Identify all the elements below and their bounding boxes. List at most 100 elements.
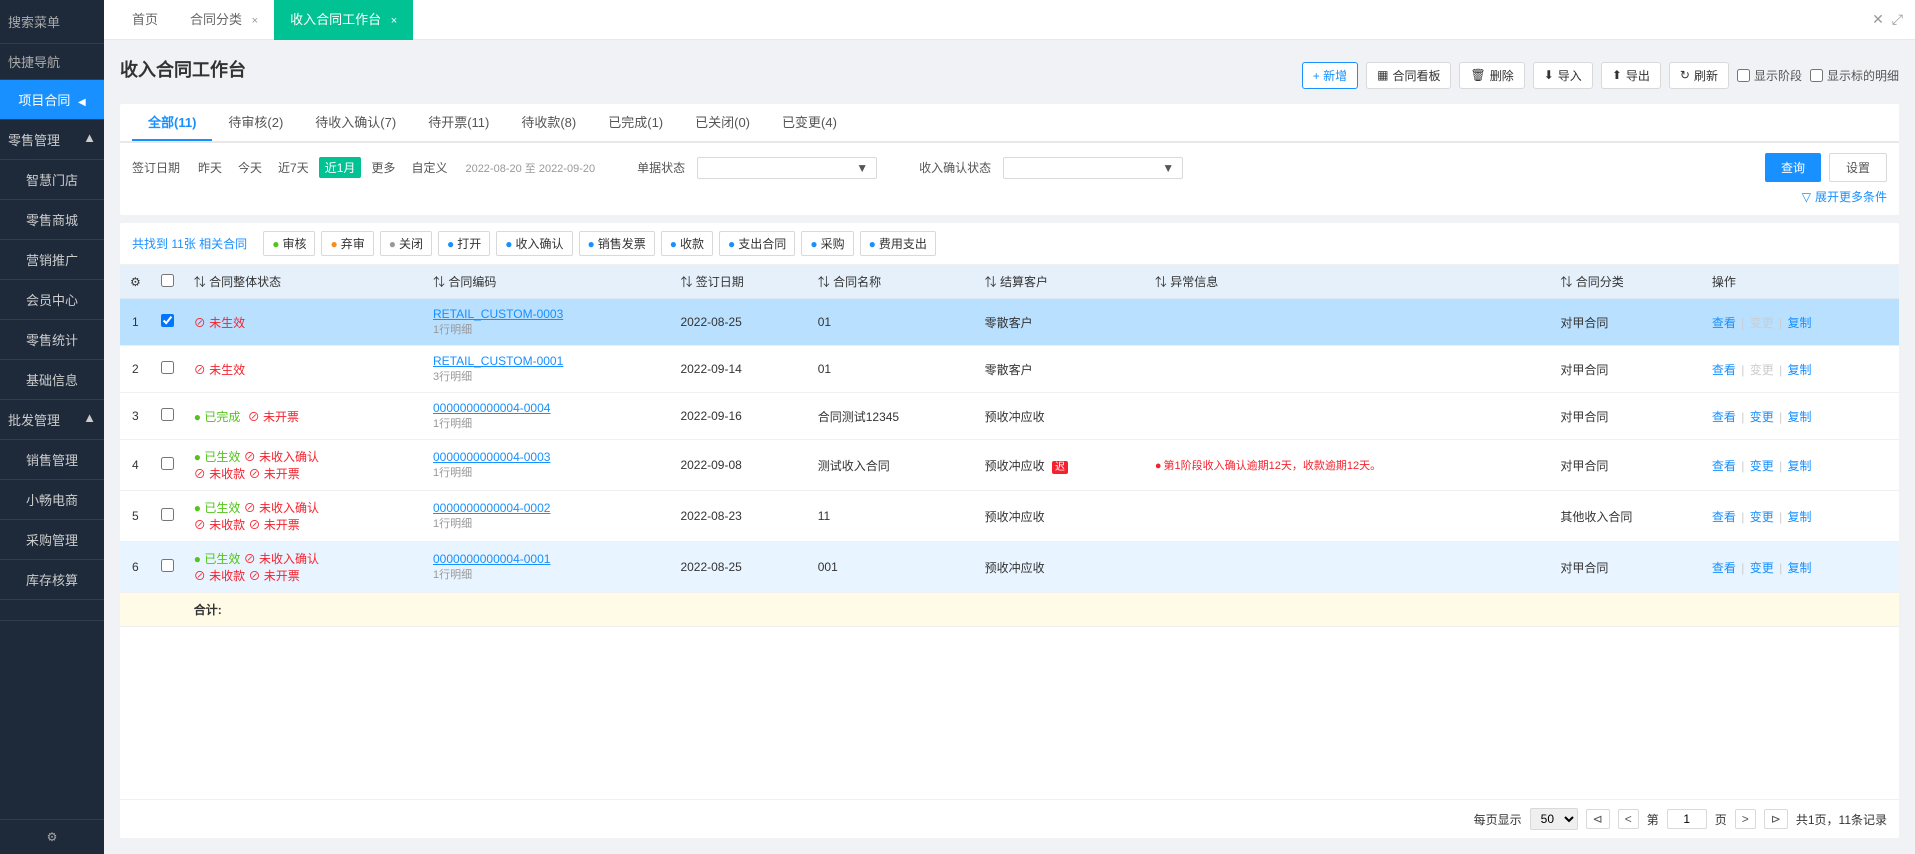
sidebar-quicknav[interactable]: 快捷导航 [0,44,104,80]
status-tab-pending-payment[interactable]: 待收款(8) [505,104,592,141]
tab-income-workbench[interactable]: 收入合同工作台 × [274,0,413,40]
first-page-btn[interactable]: ⊲ [1586,809,1610,829]
setting-btn[interactable]: 设置 [1829,153,1887,182]
col-settings[interactable]: ⚙ [120,265,151,299]
income-confirm-select[interactable]: ▼ [1003,157,1183,179]
action-review-btn[interactable]: ● 审核 [263,231,315,256]
row-checkbox-3[interactable] [151,393,184,440]
status-tab-pending-confirm[interactable]: 待收入确认(7) [299,104,412,141]
op-change-4[interactable]: 变更 [1750,459,1774,473]
select-all-checkbox[interactable] [161,274,174,287]
query-btn[interactable]: 查询 [1765,153,1821,182]
sidebar-item-basic-info[interactable]: 基础信息 [0,360,104,400]
sidebar-item-batch-mgmt[interactable]: 批发管理 ▲ [0,400,104,440]
tab-income-workbench-close[interactable]: × [391,15,397,27]
show-detail-checkbox[interactable] [1810,69,1823,82]
refresh-btn[interactable]: ↻ 刷新 [1669,62,1729,89]
import-btn[interactable]: ⬇ 导入 [1533,62,1593,89]
op-change-5[interactable]: 变更 [1750,510,1774,524]
op-view-4[interactable]: 查看 [1712,459,1736,473]
delete-btn[interactable]: 🗑 删除 [1459,62,1524,89]
sidebar-settings[interactable]: ⚙ [0,819,104,854]
col-checkbox[interactable] [151,265,184,299]
action-abandon-btn[interactable]: ● 弃审 [321,231,373,256]
sidebar-item-xiaochang[interactable]: 采购管理 [0,520,104,560]
row-checkbox-6[interactable] [151,542,184,593]
status-tab-pending-review[interactable]: 待审核(2) [212,104,299,141]
prev-page-btn[interactable]: < [1618,809,1639,829]
sidebar-item-retail-stats[interactable]: 零售统计 [0,320,104,360]
doc-status-select[interactable]: ▼ [697,157,877,179]
contract-link-5[interactable]: 0000000000004-0002 [433,501,550,515]
page-size-select[interactable]: 50 [1530,808,1578,830]
show-stage-label[interactable]: 显示阶段 [1737,67,1802,84]
op-copy-3[interactable]: 复制 [1788,410,1812,424]
op-view-5[interactable]: 查看 [1712,510,1736,524]
col-contract-name[interactable]: ⇅ 合同名称 [808,265,975,299]
col-settlement-customer[interactable]: ⇅ 结算客户 [975,265,1145,299]
date-opt-more[interactable]: 更多 [365,157,401,178]
page-input[interactable] [1667,809,1707,829]
status-tab-all[interactable]: 全部(11) [132,104,212,141]
window-maximize-btn[interactable]: ⤢ [1892,11,1903,28]
date-opt-yesterday[interactable]: 昨天 [192,157,228,178]
row-checkbox-4[interactable] [151,440,184,491]
action-outbound-btn[interactable]: ● 支出合同 [719,231,795,256]
status-tab-completed[interactable]: 已完成(1) [592,104,679,141]
op-view-1[interactable]: 查看 [1712,316,1736,330]
row-checkbox-2[interactable] [151,346,184,393]
status-tab-pending-invoice[interactable]: 待开票(11) [412,104,505,141]
col-overall-status[interactable]: ⇅ 合同整体状态 [184,265,423,299]
contract-link-2[interactable]: RETAIL_CUSTOM-0001 [433,354,563,368]
op-copy-6[interactable]: 复制 [1788,561,1812,575]
action-purchase-btn[interactable]: ● 采购 [801,231,853,256]
op-view-6[interactable]: 查看 [1712,561,1736,575]
sidebar-item-sales-mgmt[interactable]: 小畅电商 [0,480,104,520]
op-change-2[interactable]: 变更 [1750,363,1774,377]
action-open-btn[interactable]: ● 打开 [438,231,490,256]
status-tab-changed[interactable]: 已变更(4) [766,104,853,141]
next-page-btn[interactable]: > [1735,809,1756,829]
op-change-3[interactable]: 变更 [1750,410,1774,424]
tab-contract-cat-close[interactable]: × [252,15,258,27]
op-change-1[interactable]: 变更 [1750,316,1774,330]
op-change-6[interactable]: 变更 [1750,561,1774,575]
op-view-2[interactable]: 查看 [1712,363,1736,377]
col-contract-code[interactable]: ⇅ 合同编码 [423,265,670,299]
action-sales-invoice-btn[interactable]: ● 销售发票 [579,231,655,256]
contract-link-4[interactable]: 0000000000004-0003 [433,450,550,464]
sidebar-item-retail-mall[interactable]: 零售商城 [0,200,104,240]
status-tab-closed[interactable]: 已关闭(0) [679,104,766,141]
sidebar-item-inventory[interactable] [0,600,104,621]
contract-board-btn[interactable]: ▦ 合同看板 [1366,62,1451,89]
tab-contract-cat[interactable]: 合同分类 × [174,0,274,40]
sidebar-item-smart-store[interactable]: 智慧门店 [0,160,104,200]
expand-btn[interactable]: ▽ 展开更多条件 [1802,188,1887,205]
tab-home[interactable]: 首页 [116,0,174,40]
date-opt-today[interactable]: 今天 [232,157,268,178]
sidebar-item-purchase[interactable]: 库存核算 [0,560,104,600]
show-stage-checkbox[interactable] [1737,69,1750,82]
window-close-btn[interactable]: ✕ [1872,11,1884,28]
col-contract-category[interactable]: ⇅ 合同分类 [1550,265,1702,299]
show-detail-label[interactable]: 显示标的明细 [1810,67,1899,84]
op-view-3[interactable]: 查看 [1712,410,1736,424]
date-opt-last7[interactable]: 近7天 [272,157,315,178]
op-copy-1[interactable]: 复制 [1788,316,1812,330]
last-page-btn[interactable]: ⊳ [1764,809,1788,829]
sidebar-search[interactable]: 搜索菜单 [0,0,104,44]
date-opt-custom[interactable]: 自定义 [405,157,453,178]
row-checkbox-1[interactable] [151,299,184,346]
table-scroll[interactable]: ⚙ ⇅ 合同整体状态 ⇅ 合同编码 [120,265,1899,799]
sidebar-item-project[interactable]: 项目合同 ◀ [0,80,104,120]
export-btn[interactable]: ⬆ 导出 [1601,62,1661,89]
contract-link-1[interactable]: RETAIL_CUSTOM-0003 [433,307,563,321]
action-expense-btn[interactable]: ● 费用支出 [860,231,936,256]
contract-link-3[interactable]: 0000000000004-0004 [433,401,550,415]
sidebar-item-retail-mgmt[interactable]: 零售管理 ▲ [0,120,104,160]
contract-link-6[interactable]: 0000000000004-0001 [433,552,550,566]
sidebar-item-marketing[interactable]: 营销推广 [0,240,104,280]
col-sign-date[interactable]: ⇅ 签订日期 [670,265,807,299]
sidebar-item-marketing2[interactable]: 销售管理 [0,440,104,480]
col-exception-info[interactable]: ⇅ 异常信息 [1145,265,1551,299]
